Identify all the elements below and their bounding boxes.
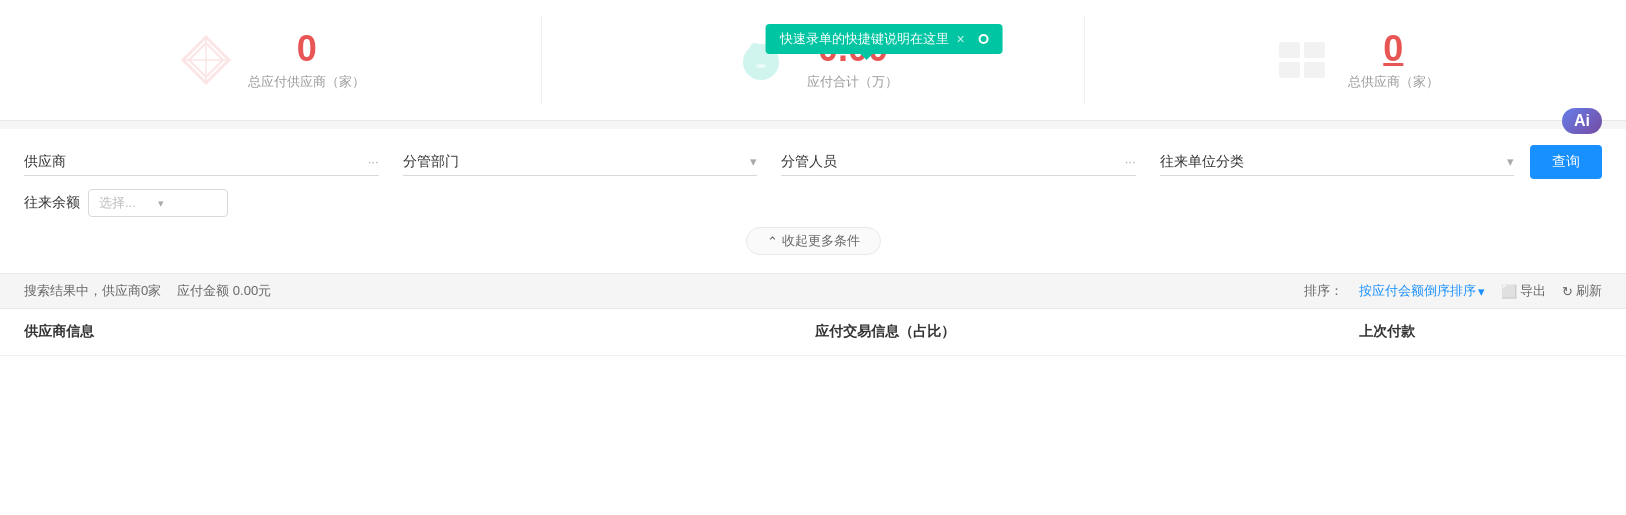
svg-rect-11 (1279, 42, 1300, 58)
tooltip-close-btn[interactable]: × (957, 31, 965, 47)
tooltip-text: 快速录单的快捷键说明在这里 (780, 30, 949, 48)
total-supplier-label: 总供应商（家） (1348, 73, 1439, 91)
payable-supplier-count: 0 (297, 29, 317, 69)
stats-bar: 0 总应付供应商（家） 0.00 应付合计（万） (0, 0, 1626, 121)
balance-select[interactable]: 选择... ▾ (88, 189, 228, 217)
export-button[interactable]: ⬜ 导出 (1501, 282, 1546, 300)
payable-supplier-label: 总应付供应商（家） (248, 73, 365, 91)
svg-rect-14 (1304, 62, 1325, 78)
refresh-icon: ↻ (1562, 284, 1573, 299)
sort-dropdown-icon: ▾ (1478, 284, 1485, 299)
export-label: 导出 (1520, 282, 1546, 300)
collapse-bar: ⌃ 收起更多条件 (24, 221, 1602, 265)
query-button[interactable]: 查询 (1530, 145, 1602, 179)
diamond-icon (181, 35, 231, 85)
balance-label: 往来余额 (24, 194, 80, 212)
refresh-button[interactable]: ↻ 刷新 (1562, 282, 1602, 300)
stat-payable-supplier-info: 0 总应付供应商（家） (248, 29, 365, 91)
sort-label: 排序： (1304, 282, 1343, 300)
svg-point-7 (750, 43, 760, 53)
supplier-input[interactable] (74, 154, 368, 170)
dept-label: 分管部门 (403, 153, 459, 171)
collapse-button[interactable]: ⌃ 收起更多条件 (746, 227, 881, 255)
stat-block-total-suppliers: 0 总供应商（家） (1085, 16, 1626, 104)
supplier-label: 供应商 (24, 153, 66, 171)
stat-total-supplier-info: 0 总供应商（家） (1348, 29, 1439, 91)
search-area: 供应商 ··· 分管部门 ▾ 分管人员 ··· 往来单位分类 ▾ (0, 129, 1626, 274)
category-label: 往来单位分类 (1160, 153, 1244, 171)
dept-input[interactable] (467, 154, 751, 170)
table-header: 供应商信息 应付交易信息（占比） 上次付款 (0, 309, 1626, 356)
sort-value-text: 按应付会额倒序排序 (1359, 282, 1476, 300)
category-input[interactable] (1252, 154, 1508, 170)
svg-rect-12 (1304, 42, 1325, 58)
collapse-text: 收起更多条件 (782, 232, 860, 250)
svg-rect-13 (1279, 62, 1300, 78)
tooltip-banner: 快速录单的快捷键说明在这里 × (766, 24, 1003, 54)
results-actions: 排序： 按应付会额倒序排序 ▾ ⬜ 导出 ↻ 刷新 (1304, 282, 1602, 300)
collapse-up-icon: ⌃ (767, 234, 778, 249)
stat-block-payable-suppliers: 0 总应付供应商（家） (0, 16, 542, 104)
total-supplier-count: 0 (1383, 29, 1403, 69)
person-field[interactable]: 分管人员 ··· (781, 149, 1136, 176)
results-amount: 应付金额 0.00元 (177, 282, 271, 300)
results-count: 搜索结果中，供应商0家 (24, 282, 161, 300)
ai-badge[interactable]: Ai (1562, 108, 1602, 134)
person-more-icon[interactable]: ··· (1125, 154, 1136, 169)
col-supplier-info: 供应商信息 (24, 323, 598, 341)
refresh-label: 刷新 (1576, 282, 1602, 300)
table-body (0, 356, 1626, 515)
category-field[interactable]: 往来单位分类 ▾ (1160, 149, 1515, 176)
export-icon: ⬜ (1501, 284, 1517, 299)
col-last-payment: 上次付款 (1172, 323, 1602, 341)
sort-select[interactable]: 按应付会额倒序排序 ▾ (1359, 282, 1485, 300)
col-payable-info: 应付交易信息（占比） (598, 323, 1172, 341)
card-icon (1277, 40, 1327, 80)
dept-dropdown-icon[interactable]: ▾ (750, 154, 757, 169)
supplier-more-icon[interactable]: ··· (368, 154, 379, 169)
balance-select-value: 选择... (99, 194, 158, 212)
balance-dropdown-icon: ▾ (158, 197, 217, 210)
dept-field[interactable]: 分管部门 ▾ (403, 149, 758, 176)
stat-block-payable-total: 0.00 应付合计（万） 快速录单的快捷键说明在这里 × (542, 16, 1084, 104)
results-summary: 搜索结果中，供应商0家 应付金额 0.00元 (24, 282, 271, 300)
results-bar: 搜索结果中，供应商0家 应付金额 0.00元 排序： 按应付会额倒序排序 ▾ ⬜… (0, 274, 1626, 309)
supplier-field[interactable]: 供应商 ··· (24, 149, 379, 176)
search-row-2: 往来余额 选择... ▾ (24, 189, 1602, 217)
svg-point-10 (760, 64, 766, 68)
category-dropdown-icon[interactable]: ▾ (1507, 154, 1514, 169)
person-input[interactable] (845, 154, 1125, 170)
payable-total-label: 应付合计（万） (807, 73, 898, 91)
person-label: 分管人员 (781, 153, 837, 171)
tooltip-dot (979, 34, 989, 44)
search-row-1: 供应商 ··· 分管部门 ▾ 分管人员 ··· 往来单位分类 ▾ (24, 145, 1602, 179)
